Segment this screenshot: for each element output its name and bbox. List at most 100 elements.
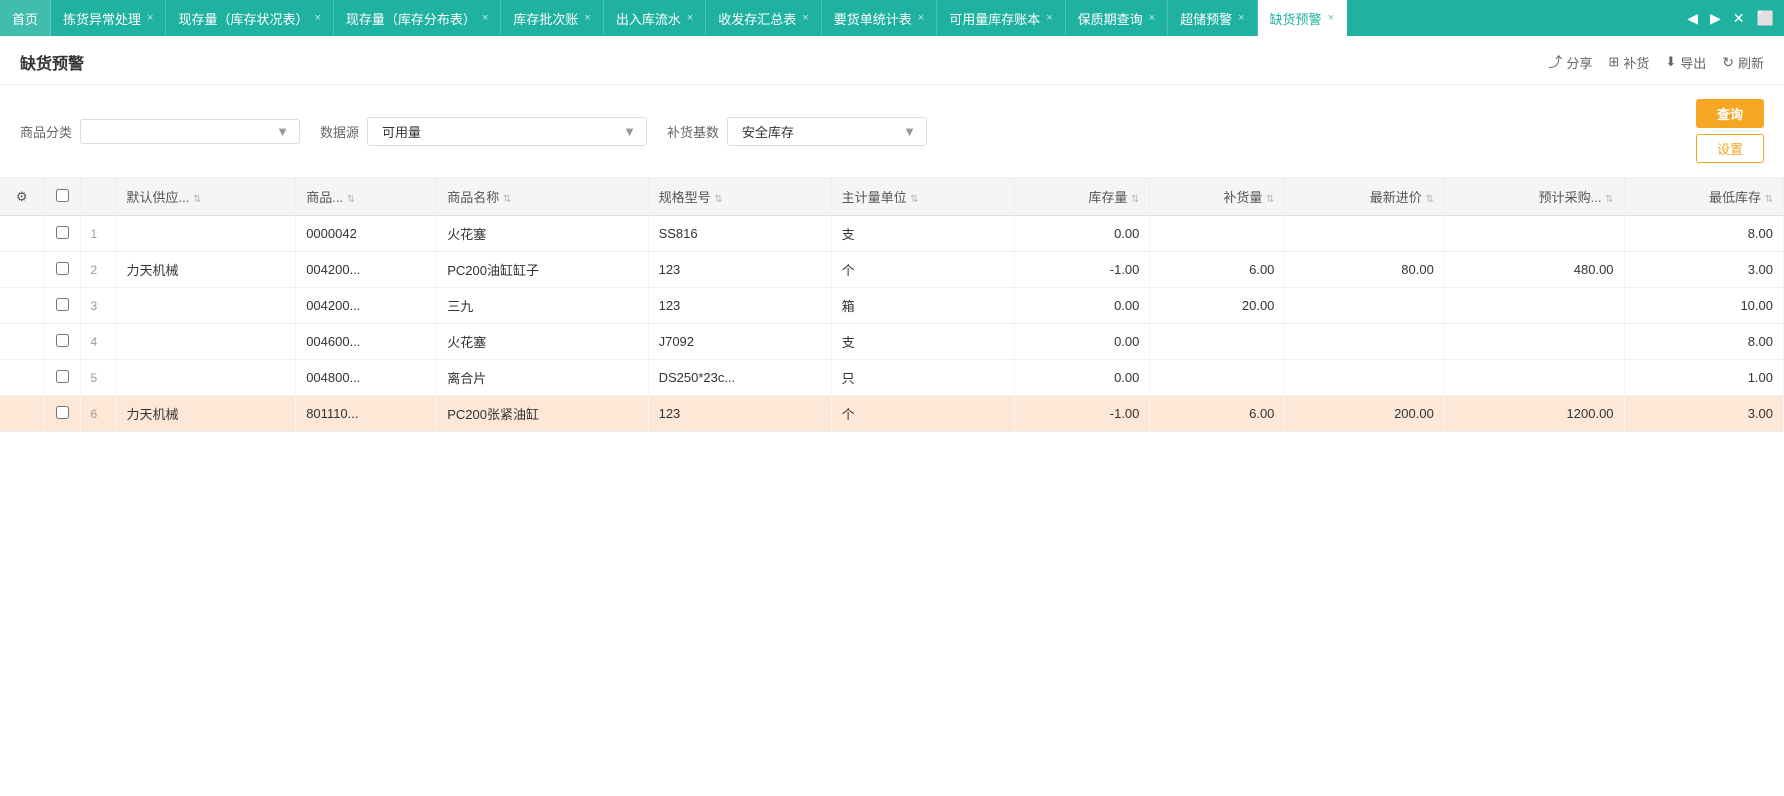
tab-inventory-status[interactable]: 现存量（库存状况表） × (166, 0, 333, 36)
query-button[interactable]: 查询 (1696, 99, 1764, 128)
table-row: 4 004600... 火花塞 J7092 支 0.00 8.00 (0, 324, 1784, 360)
row-product-code: 004200... (296, 288, 437, 324)
row-checkbox-cell[interactable] (44, 216, 80, 252)
tab-batch-account-close[interactable]: × (584, 12, 590, 24)
row-checkbox-cell[interactable] (44, 252, 80, 288)
row-checkbox-cell[interactable] (44, 288, 80, 324)
tab-receive-summary-close[interactable]: × (802, 12, 808, 24)
select-all-checkbox[interactable] (56, 189, 69, 202)
tab-inventory-dist-close[interactable]: × (482, 12, 488, 24)
col-unit[interactable]: 主计量单位 ⇅ (831, 178, 1015, 216)
tab-demand-stats-close[interactable]: × (918, 12, 924, 24)
row-product-code: 004200... (296, 252, 437, 288)
tab-receive-summary[interactable]: 收发存汇总表 × (706, 0, 821, 36)
datasource-select-value: 可用量 (378, 122, 623, 141)
tab-exception-close[interactable]: × (147, 12, 153, 24)
replenish-button[interactable]: ⊞ 补货 (1608, 53, 1649, 72)
col-latest-price[interactable]: 最新进价 ⇅ (1285, 178, 1444, 216)
tab-shortage-warn[interactable]: 缺货预警 × (1258, 0, 1347, 36)
row-checkbox[interactable] (56, 370, 69, 383)
row-latest-price (1285, 288, 1444, 324)
tab-next-button[interactable]: ▶ (1704, 8, 1727, 29)
col-stock-qty[interactable]: 库存量 ⇅ (1015, 178, 1150, 216)
filter-row: 商品分类 ▼ 数据源 可用量 ▼ 补货基数 安全库存 ▼ 查询 设置 (0, 85, 1784, 178)
row-spec-model: SS816 (648, 216, 831, 252)
col-product-name-label: 商品名称 (447, 190, 499, 205)
col-default-supplier[interactable]: 默认供应... ⇅ (116, 178, 296, 216)
tab-maximize-button[interactable]: ⬜ (1751, 8, 1780, 29)
row-latest-price (1285, 216, 1444, 252)
tab-demand-stats-label: 要货单统计表 (834, 9, 912, 28)
tab-overstock-warn-label: 超储预警 (1180, 9, 1232, 28)
col-row-num (80, 178, 116, 216)
tab-bar: 首页 拣货异常处理 × 现存量（库存状况表） × 现存量（库存分布表） × 库存… (0, 0, 1784, 36)
row-checkbox-cell[interactable] (44, 324, 80, 360)
row-number: 2 (80, 252, 116, 288)
data-table: ⚙ 默认供应... ⇅ 商品... ⇅ 商品名称 (0, 178, 1784, 432)
tab-inout-flow[interactable]: 出入库流水 × (604, 0, 706, 36)
col-replenish-qty[interactable]: 补货量 ⇅ (1150, 178, 1285, 216)
col-est-purchase[interactable]: 预计采购... ⇅ (1444, 178, 1624, 216)
settings-button[interactable]: 设置 (1696, 134, 1764, 163)
category-filter-label: 商品分类 (20, 122, 72, 141)
tab-exception-label: 拣货异常处理 (63, 9, 141, 28)
row-default-supplier: 力天机械 (116, 396, 296, 432)
tab-expiry-query-close[interactable]: × (1149, 12, 1155, 24)
row-number: 1 (80, 216, 116, 252)
col-product-code[interactable]: 商品... ⇅ (296, 178, 437, 216)
row-unit: 支 (831, 324, 1015, 360)
row-product-code: 0000042 (296, 216, 437, 252)
col-product-name[interactable]: 商品名称 ⇅ (437, 178, 648, 216)
col-checkbox (44, 178, 80, 216)
row-number: 3 (80, 288, 116, 324)
tab-available-ledger-close[interactable]: × (1046, 12, 1052, 24)
refresh-button[interactable]: ↻ 刷新 (1722, 53, 1764, 72)
replenish-select[interactable]: 安全库存 ▼ (727, 117, 927, 146)
row-min-stock: 3.00 (1624, 252, 1783, 288)
tab-available-ledger[interactable]: 可用量库存账本 × (937, 0, 1065, 36)
tab-inventory-dist[interactable]: 现存量（库存分布表） × (334, 0, 501, 36)
row-checkbox[interactable] (56, 226, 69, 239)
row-checkbox-cell[interactable] (44, 396, 80, 432)
tab-prev-button[interactable]: ◀ (1681, 8, 1704, 29)
row-replenish-qty: 6.00 (1150, 396, 1285, 432)
col-est-purchase-sort-icon: ⇅ (1605, 194, 1613, 205)
datasource-select[interactable]: 可用量 ▼ (367, 117, 647, 146)
table-body: 1 0000042 火花塞 SS816 支 0.00 8.00 2 力天机械 0… (0, 216, 1784, 432)
tab-close-all-button[interactable]: ✕ (1727, 8, 1751, 29)
row-est-purchase (1444, 360, 1624, 396)
tab-demand-stats[interactable]: 要货单统计表 × (822, 0, 937, 36)
row-latest-price: 200.00 (1285, 396, 1444, 432)
row-unit: 个 (831, 252, 1015, 288)
row-settings-cell (0, 288, 44, 324)
row-checkbox[interactable] (56, 298, 69, 311)
tab-home[interactable]: 首页 (0, 0, 51, 36)
col-settings[interactable]: ⚙ (0, 178, 44, 216)
row-unit: 箱 (831, 288, 1015, 324)
col-spec-model[interactable]: 规格型号 ⇅ (648, 178, 831, 216)
col-replenish-qty-sort-icon: ⇅ (1266, 194, 1274, 205)
share-icon: ⤴ (1548, 52, 1562, 72)
row-stock-qty: 0.00 (1015, 324, 1150, 360)
tab-exception[interactable]: 拣货异常处理 × (51, 0, 166, 36)
tab-overstock-warn-close[interactable]: × (1238, 12, 1244, 24)
col-min-stock[interactable]: 最低库存 ⇅ (1624, 178, 1783, 216)
row-checkbox-cell[interactable] (44, 360, 80, 396)
tab-expiry-query[interactable]: 保质期查询 × (1066, 0, 1168, 36)
row-product-name: 火花塞 (437, 216, 648, 252)
tab-shortage-warn-close[interactable]: × (1328, 12, 1334, 24)
row-checkbox[interactable] (56, 406, 69, 419)
tab-batch-account[interactable]: 库存批次账 × (501, 0, 603, 36)
row-checkbox[interactable] (56, 262, 69, 275)
tab-inventory-status-close[interactable]: × (314, 12, 320, 24)
refresh-label: 刷新 (1738, 53, 1764, 72)
row-checkbox[interactable] (56, 334, 69, 347)
category-select[interactable]: ▼ (80, 119, 300, 144)
share-button[interactable]: ⤴ 分享 (1548, 52, 1592, 72)
tab-inout-flow-close[interactable]: × (687, 12, 693, 24)
export-button[interactable]: ⬇ 导出 (1665, 53, 1706, 72)
tab-overstock-warn[interactable]: 超储预警 × (1168, 0, 1257, 36)
row-spec-model: 123 (648, 252, 831, 288)
row-replenish-qty: 20.00 (1150, 288, 1285, 324)
tab-inventory-dist-label: 现存量（库存分布表） (346, 9, 476, 28)
